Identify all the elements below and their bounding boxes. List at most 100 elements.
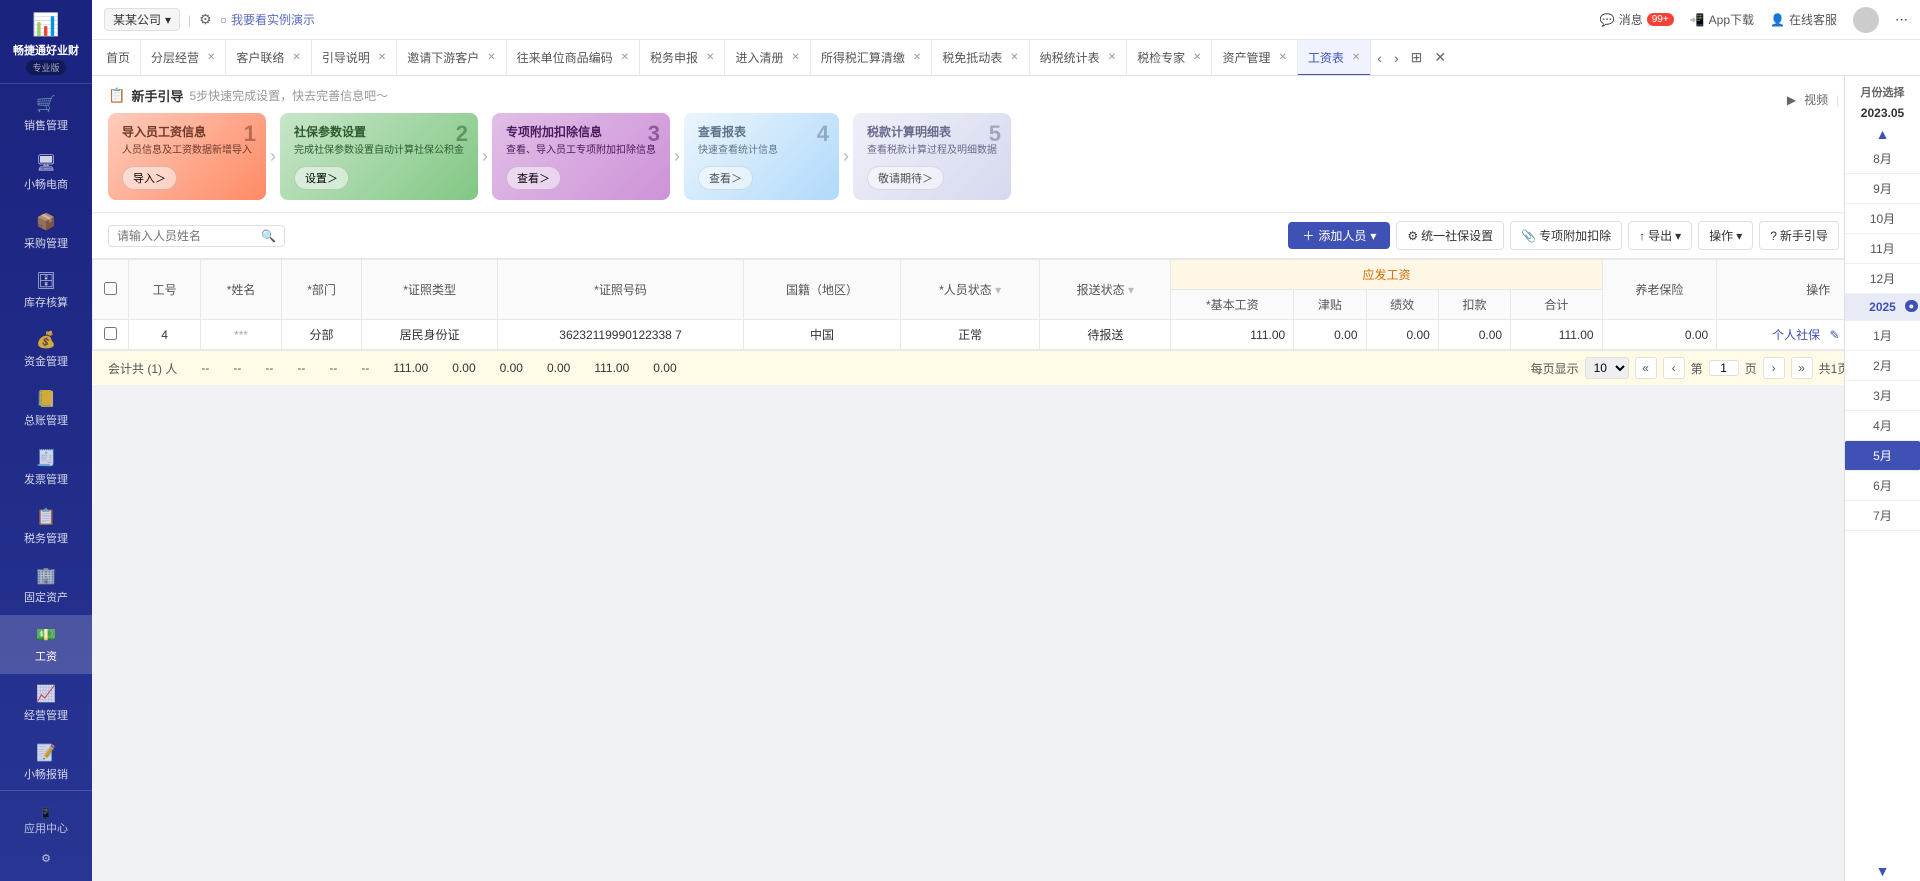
sidebar-item-report-sales[interactable]: 📝 小畅报销 [0,733,92,790]
month-item-3[interactable]: 3月 [1845,381,1920,411]
new-guide-button[interactable]: ? 新手引导 [1759,221,1839,250]
tab-goods-code[interactable]: 往来单位商品编码 ✕ [507,40,640,76]
app-download-button[interactable]: 📲 App下载 [1690,11,1754,28]
page-suffix: 页 [1745,360,1757,377]
user-menu-icon[interactable]: ⋯ [1895,12,1908,28]
search-input[interactable] [117,229,257,243]
tab-invite[interactable]: 邀请下游客户 ✕ [397,40,506,76]
status-filter-icon[interactable]: ▾ [995,283,1001,297]
tab-customer-close[interactable]: ✕ [292,52,300,63]
sidebar-item-salary[interactable]: 💵 工资 [0,615,92,674]
month-item-1[interactable]: 1月 [1845,321,1920,351]
month-item-11[interactable]: 11月 [1845,234,1920,264]
sidebar-item-tax[interactable]: 📋 税务管理 [0,497,92,556]
sidebar-item-purchase[interactable]: 📦 采购管理 [0,202,92,261]
online-service-button[interactable]: 👤 在线客服 [1770,11,1837,28]
sidebar-item-inventory[interactable]: 🗄 库存核算 [0,261,92,320]
sidebar-item-finance[interactable]: 💰 资金管理 [0,320,92,379]
tab-invite-close[interactable]: ✕ [487,52,495,63]
tab-tax-report[interactable]: 税务申报 ✕ [640,40,725,76]
step4-btn[interactable]: 查看＞ [698,166,753,190]
tab-tax-expert-close[interactable]: ✕ [1193,52,1201,63]
step1-btn[interactable]: 导入＞ [122,166,177,190]
tab-intro[interactable]: 引导说明 ✕ [312,40,397,76]
tab-tax-stat[interactable]: 纳税统计表 ✕ [1030,40,1127,76]
guide-subtitle: 5步快速完成设置，快去完善信息吧～ [189,87,388,104]
additional-deduction-button[interactable]: 📎 专项附加扣除 [1510,221,1622,250]
month-item-7[interactable]: 7月 [1845,501,1920,531]
per-page-select[interactable]: 10 20 50 [1585,357,1629,379]
sidebar-item-ecommerce[interactable]: 🖥 小畅电商 [0,143,92,202]
add-staff-button[interactable]: ＋ 添加人员 ▾ [1288,222,1390,249]
tab-home[interactable]: 首页 [96,40,141,76]
month-item-10[interactable]: 10月 [1845,204,1920,234]
month-item-5[interactable]: 5月 [1845,441,1920,471]
step4-desc: 快速查看统计信息 [698,144,825,158]
company-selector[interactable]: 某某公司 ▾ [104,8,180,31]
tab-more-btn[interactable]: ⊞ [1405,49,1429,66]
report-filter-icon[interactable]: ▾ [1128,283,1134,297]
month-item-8[interactable]: 8月 [1845,144,1920,174]
tab-intro-close[interactable]: ✕ [378,52,386,63]
tab-salary-table[interactable]: 工资表 ✕ [1298,40,1371,76]
step5-btn[interactable]: 敬请期待＞ [867,166,944,190]
tab-asset-mgmt[interactable]: 资产管理 ✕ [1212,40,1297,76]
tab-tax-stat-close[interactable]: ✕ [1108,52,1116,63]
tab-clearance-close[interactable]: ✕ [791,52,799,63]
tab-tax-exempt[interactable]: 税免抵动表 ✕ [932,40,1029,76]
tab-prev-btn[interactable]: ‹ [1371,50,1388,66]
tab-tax-report-close[interactable]: ✕ [706,52,714,63]
tab-goods-code-close[interactable]: ✕ [621,52,629,63]
tab-branch[interactable]: 分层经营 ✕ [141,40,226,76]
operations-button[interactable]: 操作 ▾ [1698,221,1753,250]
last-page-btn[interactable]: » [1791,357,1813,379]
action-edit[interactable]: ✎ [1829,328,1839,342]
sidebar-item-ledger[interactable]: 📒 总账管理 [0,379,92,438]
sidebar-item-fixed-assets[interactable]: 🏢 固定资产 [0,556,92,615]
tab-tax-calc-close[interactable]: ✕ [913,52,921,63]
sidebar-item-invoice[interactable]: 🧾 发票管理 [0,438,92,497]
tab-salary-table-close[interactable]: ✕ [1352,52,1360,63]
sidebar-app-center[interactable]: 📱 应用中心 [0,799,92,844]
select-all-checkbox[interactable] [104,282,117,295]
tab-next-btn[interactable]: › [1388,50,1405,66]
demo-button[interactable]: ○ 我要看实例演示 [220,11,315,28]
month-item-2[interactable]: 2月 [1845,351,1920,381]
guide-title-icon: 📋 [108,87,125,104]
tab-tax-exempt-close[interactable]: ✕ [1010,52,1018,63]
month-item-6[interactable]: 6月 [1845,471,1920,501]
message-button[interactable]: 💬 消息 99+ [1600,11,1674,28]
month-prev-btn[interactable]: ▲ [1874,124,1892,144]
month-next-btn[interactable]: ▼ [1874,861,1892,881]
step3-btn[interactable]: 查看＞ [506,166,561,190]
page-input[interactable] [1709,360,1739,376]
operations-label: 操作 [1709,227,1733,244]
next-page-btn[interactable]: › [1763,357,1785,379]
footer-pension-total: 0.00 [653,361,676,375]
month-item-4[interactable]: 4月 [1845,411,1920,441]
guide-video-label[interactable]: 视频 [1804,91,1828,108]
guide-step-3: 3 专项附加扣除信息 查看、导入员工专项附加扣除信息 查看＞ [492,113,670,200]
sidebar-item-sales[interactable]: 🛒 销售管理 [0,84,92,143]
sidebar-item-operations[interactable]: 📈 经营管理 [0,674,92,733]
tab-clearance[interactable]: 进入清册 ✕ [725,40,810,76]
month-item-9[interactable]: 9月 [1845,174,1920,204]
settings-icon-header[interactable]: ⚙ [199,11,212,28]
month-item-12[interactable]: 12月 [1845,264,1920,294]
prev-page-btn[interactable]: ‹ [1663,357,1685,379]
sidebar-settings[interactable]: ⚙ [0,844,92,873]
tab-tax-calc[interactable]: 所得税汇算清缴 ✕ [811,40,932,76]
tab-asset-mgmt-close[interactable]: ✕ [1279,52,1287,63]
first-page-btn[interactable]: « [1635,357,1657,379]
action-personal-insurance[interactable]: 个人社保 [1772,328,1820,342]
sales-icon: 🛒 [36,94,56,114]
tab-branch-close[interactable]: ✕ [207,52,215,63]
export-button[interactable]: ↑ 导出 ▾ [1628,221,1692,250]
tab-customer[interactable]: 客户联络 ✕ [226,40,311,76]
tab-close-all-btn[interactable]: ✕ [1428,49,1452,66]
user-avatar[interactable] [1853,7,1879,33]
row-checkbox[interactable] [104,327,117,340]
unified-settings-button[interactable]: ⚙ 统一社保设置 [1396,221,1504,250]
tab-tax-expert[interactable]: 税检专家 ✕ [1127,40,1212,76]
step2-btn[interactable]: 设置＞ [294,166,349,190]
